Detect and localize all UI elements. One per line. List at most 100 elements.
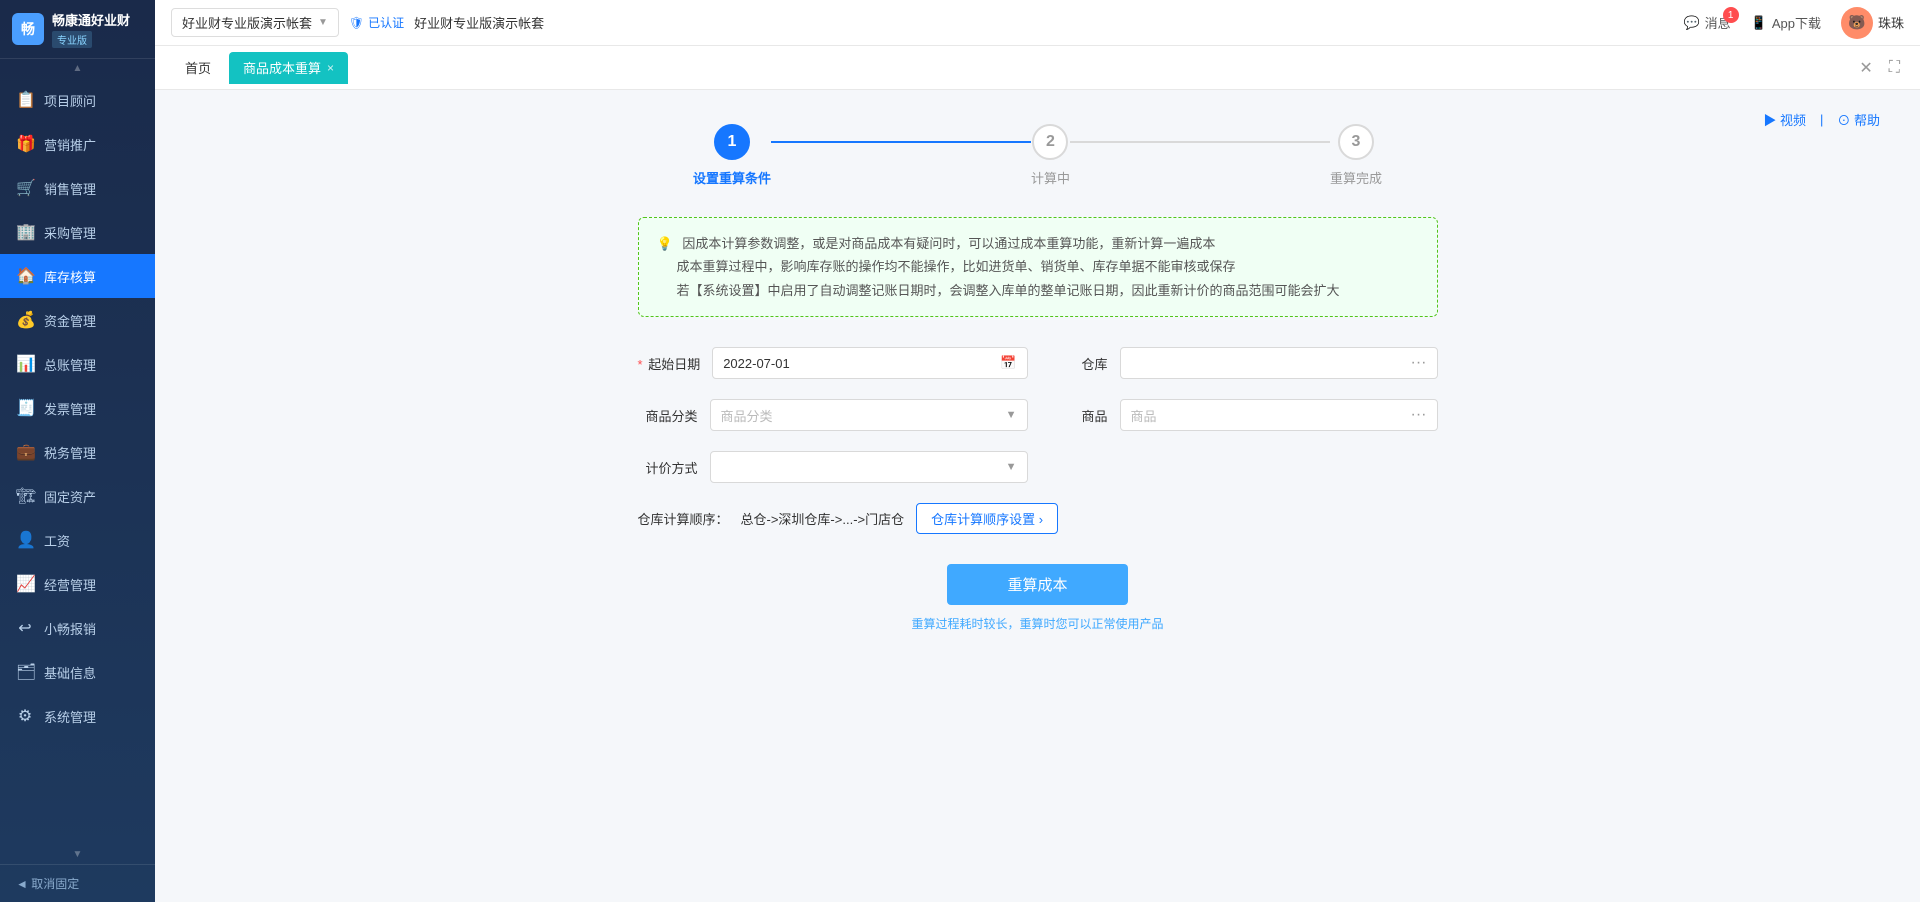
- avatar: 🐻: [1841, 7, 1873, 39]
- submit-section: 重算成本 重算过程耗时较长，重算时您可以正常使用产品: [638, 564, 1438, 632]
- account-name-text: 好业财专业版演示帐套: [182, 13, 312, 32]
- sidebar-item-expense[interactable]: ↩ 小畅报销: [0, 606, 155, 650]
- logo-text: 畅康通好业财 专业版: [52, 10, 130, 48]
- step-line-1: [771, 141, 1031, 143]
- product-placeholder: 商品: [1131, 406, 1157, 425]
- sidebar-item-assets[interactable]: 🏗 固定资产: [0, 474, 155, 518]
- close-button[interactable]: ✕: [1855, 54, 1876, 82]
- calc-order-label: 仓库计算顺序：: [638, 509, 729, 528]
- more-icon: ···: [1411, 354, 1427, 372]
- tab-bar: 首页 商品成本重算 × ✕ ⛶: [155, 46, 1920, 90]
- sidebar-item-label: 总账管理: [44, 355, 96, 374]
- basic-icon: 🗂: [16, 662, 34, 682]
- scroll-down[interactable]: ▼: [0, 845, 155, 864]
- tab-recalc[interactable]: 商品成本重算 ×: [229, 52, 348, 84]
- sidebar-item-accounting[interactable]: 📊 总账管理: [0, 342, 155, 386]
- sidebar-item-label: 基础信息: [44, 663, 96, 682]
- verified-badge: 🛡 已认证: [349, 14, 404, 31]
- sidebar-item-label: 小畅报销: [44, 619, 96, 638]
- pricing-dropdown-icon: ▼: [1006, 461, 1017, 473]
- sidebar-item-label: 系统管理: [44, 707, 96, 726]
- scroll-up[interactable]: ▲: [0, 59, 155, 78]
- pricing-field: 计价方式 ▼: [638, 451, 1028, 483]
- sidebar-item-system[interactable]: ⚙ 系统管理: [0, 694, 155, 738]
- start-date-value: 2022-07-01: [723, 356, 790, 371]
- sidebar-item-project[interactable]: 📋 项目顾问: [0, 78, 155, 122]
- calc-order-value: 总仓->深圳仓库->...->门店仓: [741, 509, 905, 528]
- sidebar-item-label: 库存核算: [44, 267, 96, 286]
- pricing-input[interactable]: ▼: [710, 451, 1028, 483]
- invoice-icon: 🧾: [16, 398, 34, 418]
- sidebar-item-label: 发票管理: [44, 399, 96, 418]
- required-mark: *: [638, 357, 643, 372]
- sidebar-item-basic[interactable]: 🗂 基础信息: [0, 650, 155, 694]
- calc-order-settings-button[interactable]: 仓库计算顺序设置 ›: [916, 503, 1058, 534]
- step-1-circle: 1: [714, 124, 750, 160]
- verified-account-name: 好业财专业版演示帐套: [414, 13, 544, 32]
- more-product-icon: ···: [1411, 406, 1427, 424]
- assets-icon: 🏗: [16, 486, 34, 506]
- sidebar-item-invoice[interactable]: 🧾 发票管理: [0, 386, 155, 430]
- app-name: 畅康通好业财: [52, 10, 130, 29]
- unpin-label: ◄ 取消固定: [16, 875, 79, 892]
- message-badge: 1: [1723, 7, 1739, 23]
- step-1: 1 设置重算条件: [693, 124, 771, 187]
- start-date-label: * 起始日期: [638, 354, 701, 373]
- step-line-2: [1070, 141, 1330, 143]
- sidebar-item-label: 项目顾问: [44, 91, 96, 110]
- form-row-3: 计价方式 ▼: [638, 451, 1438, 483]
- category-label: 商品分类: [638, 406, 698, 425]
- payroll-icon: 👤: [16, 530, 34, 550]
- tab-close-icon[interactable]: ×: [327, 61, 334, 75]
- chevron-down-icon: ▼: [318, 17, 328, 28]
- category-input[interactable]: 商品分类 ▼: [710, 399, 1028, 431]
- sidebar-item-label: 工资: [44, 531, 70, 550]
- info-line3: 若【系统设置】中启用了自动调整记账日期时，会调整入库单的整单记账日期，因此重新计…: [677, 283, 1340, 298]
- main-area: 好业财专业版演示帐套 ▼ 🛡 已认证 好业财专业版演示帐套 💬 消息 1 📱 A…: [155, 0, 1920, 902]
- app-download-button[interactable]: 📱 App下载: [1751, 13, 1821, 32]
- dropdown-icon: ▼: [1006, 409, 1017, 421]
- expand-button[interactable]: ⛶: [1885, 55, 1904, 81]
- user-menu[interactable]: 🐻 珠珠: [1841, 7, 1904, 39]
- calendar-icon: 📅: [1000, 355, 1016, 371]
- system-icon: ⚙: [16, 706, 34, 726]
- marketing-icon: 🎁: [16, 134, 34, 154]
- sidebar-nav: 📋 项目顾问 🎁 营销推广 🛒 销售管理 🏢 采购管理 🏠 库存核算 💰 资金管…: [0, 78, 155, 845]
- operations-icon: 📈: [16, 574, 34, 594]
- sidebar-item-tax[interactable]: 💼 税务管理: [0, 430, 155, 474]
- unpin-sidebar[interactable]: ◄ 取消固定: [0, 864, 155, 902]
- sidebar-item-marketing[interactable]: 🎁 营销推广: [0, 122, 155, 166]
- step-2-label: 计算中: [1031, 168, 1070, 187]
- sidebar-item-label: 采购管理: [44, 223, 96, 242]
- message-icon: 💬: [1683, 15, 1699, 31]
- sidebar-item-finance[interactable]: 💰 资金管理: [0, 298, 155, 342]
- accounting-icon: 📊: [16, 354, 34, 374]
- start-date-field: * 起始日期 2022-07-01 📅: [638, 347, 1028, 379]
- sidebar-item-operations[interactable]: 📈 经营管理: [0, 562, 155, 606]
- message-button[interactable]: 💬 消息 1: [1683, 13, 1730, 32]
- step-2: 2 计算中: [1031, 124, 1070, 187]
- step-3: 3 重算完成: [1330, 124, 1382, 187]
- recalc-hint: 重算过程耗时较长，重算时您可以正常使用产品: [638, 615, 1438, 632]
- step-2-number: 2: [1046, 133, 1055, 151]
- sidebar-item-label: 销售管理: [44, 179, 96, 198]
- sidebar-item-inventory[interactable]: 🏠 库存核算: [0, 254, 155, 298]
- step-1-label: 设置重算条件: [693, 168, 771, 187]
- account-selector[interactable]: 好业财专业版演示帐套 ▼: [171, 8, 339, 37]
- finance-icon: 💰: [16, 310, 34, 330]
- start-date-input[interactable]: 2022-07-01 📅: [712, 347, 1027, 379]
- product-input[interactable]: 商品 ···: [1120, 399, 1438, 431]
- pricing-label: 计价方式: [638, 458, 698, 477]
- sidebar: 畅 畅康通好业财 专业版 ▲ 📋 项目顾问 🎁 营销推广 🛒 销售管理 🏢 采购…: [0, 0, 155, 902]
- warehouse-input[interactable]: ···: [1120, 347, 1438, 379]
- info-line2: 成本重算过程中，影响库存账的操作均不能操作，比如进货单、销货单、库存单据不能审核…: [677, 259, 1236, 274]
- sidebar-item-payroll[interactable]: 👤 工资: [0, 518, 155, 562]
- tab-home[interactable]: 首页: [171, 52, 225, 84]
- recalc-tab-label: 商品成本重算: [243, 58, 321, 77]
- recalc-button[interactable]: 重算成本: [947, 564, 1127, 605]
- app-download-label: App下载: [1772, 13, 1821, 32]
- sidebar-item-sales[interactable]: 🛒 销售管理: [0, 166, 155, 210]
- sidebar-item-purchase[interactable]: 🏢 采购管理: [0, 210, 155, 254]
- expense-icon: ↩: [16, 618, 34, 638]
- step-1-number: 1: [728, 133, 737, 151]
